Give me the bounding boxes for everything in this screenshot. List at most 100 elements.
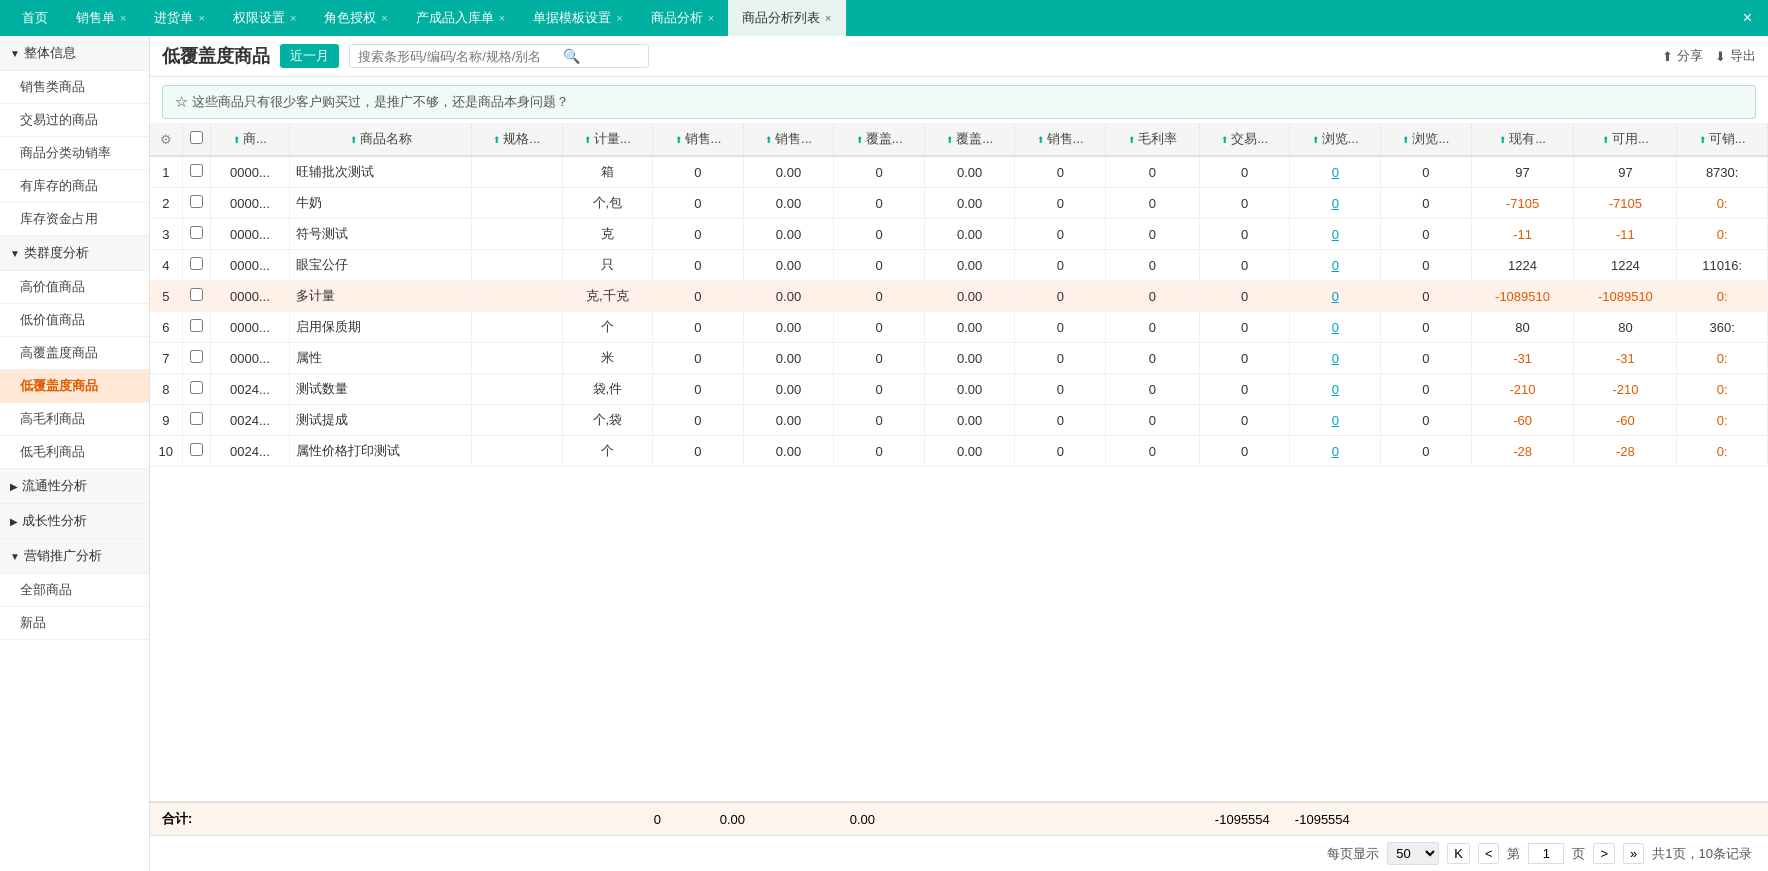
page-label: 第 [1507,845,1520,863]
sidebar-item-low-value[interactable]: 低价值商品 [0,304,149,337]
row-code: 0024... [210,436,290,467]
pagination-bar: 每页显示 20 50 100 K < 第 页 > » 共1页，10条记录 [150,835,1768,871]
row-browse1[interactable]: 0 [1290,436,1381,467]
row-checkbox[interactable] [182,374,210,405]
sidebar-item-high-coverage[interactable]: 高覆盖度商品 [0,337,149,370]
row-browse1[interactable]: 0 [1290,281,1381,312]
row-checkbox[interactable] [182,312,210,343]
select-all-checkbox[interactable] [190,131,203,144]
row-unit: 只 [562,250,653,281]
sidebar-item-category-rate[interactable]: 商品分类动销率 [0,137,149,170]
export-button[interactable]: ⬇ 导出 [1715,47,1756,65]
row-unit: 袋,件 [562,374,653,405]
row-code: 0024... [210,405,290,436]
row-sellable: 0: [1677,219,1768,250]
first-page-btn[interactable]: K [1447,843,1470,864]
row-transaction: 0 [1199,436,1290,467]
row-browse1[interactable]: 0 [1290,250,1381,281]
nav-product-in-close[interactable]: × [499,12,505,24]
period-button[interactable]: 近一月 [280,44,339,68]
nav-role[interactable]: 角色授权 × [310,0,401,36]
nav-template-close[interactable]: × [616,12,622,24]
share-button[interactable]: ⬆ 分享 [1662,47,1703,65]
col-settings[interactable]: ⚙ [150,123,182,156]
row-checkbox[interactable] [182,405,210,436]
row-cov2: 0.00 [924,436,1015,467]
row-code: 0000... [210,312,290,343]
row-browse1[interactable]: 0 [1290,188,1381,219]
page-unit: 页 [1572,845,1585,863]
sidebar-item-stocked-goods[interactable]: 有库存的商品 [0,170,149,203]
sidebar-item-stock-capital[interactable]: 库存资金占用 [0,203,149,236]
row-cov2: 0.00 [924,312,1015,343]
row-sales3: 0 [1015,312,1106,343]
nav-role-close[interactable]: × [381,12,387,24]
row-checkbox[interactable] [182,219,210,250]
marketing-arrow: ▼ [10,551,20,562]
nav-home[interactable]: 首页 [8,0,62,36]
row-checkbox[interactable] [182,343,210,374]
row-browse1[interactable]: 0 [1290,374,1381,405]
row-unit: 个,包 [562,188,653,219]
search-input[interactable] [358,49,558,64]
sidebar-item-traded-goods[interactable]: 交易过的商品 [0,104,149,137]
growth-arrow: ▶ [10,516,18,527]
sidebar-item-high-value[interactable]: 高价值商品 [0,271,149,304]
page-size-select[interactable]: 20 50 100 [1387,842,1439,865]
row-cov1: 0 [834,156,925,188]
last-page-btn[interactable]: » [1623,843,1644,864]
nav-template[interactable]: 单据模板设置 × [519,0,636,36]
row-sales3: 0 [1015,281,1106,312]
sidebar-item-low-coverage[interactable]: 低覆盖度商品 [0,370,149,403]
table-row: 7 0000... 属性 米 0 0.00 0 0.00 0 0 0 0 0 -… [150,343,1768,374]
col-gross-margin: ⬆毛利率 [1106,123,1200,156]
row-browse1[interactable]: 0 [1290,219,1381,250]
nav-close-all[interactable]: × [1735,9,1760,27]
row-checkbox[interactable] [182,250,210,281]
nav-product-analysis-close[interactable]: × [708,12,714,24]
sidebar-item-high-margin[interactable]: 高毛利商品 [0,403,149,436]
nav-product-analysis[interactable]: 商品分析 × [637,0,728,36]
prev-page-btn[interactable]: < [1478,843,1500,864]
nav-sales[interactable]: 销售单 × [62,0,140,36]
sidebar-collapse-btn[interactable]: « [149,318,150,358]
sidebar-item-all-goods[interactable]: 全部商品 [0,574,149,607]
sidebar-section-marketing[interactable]: ▼ 营销推广分析 [0,539,149,574]
nav-permission[interactable]: 权限设置 × [219,0,310,36]
sidebar-item-sales-goods[interactable]: 销售类商品 [0,71,149,104]
col-checkbox[interactable] [182,123,210,156]
row-browse1[interactable]: 0 [1290,405,1381,436]
nav-product-in[interactable]: 产成品入库单 × [402,0,519,36]
row-browse1[interactable]: 0 [1290,343,1381,374]
row-current: -1089510 [1471,281,1574,312]
row-checkbox[interactable] [182,188,210,219]
sidebar-section-cluster[interactable]: ▼ 类群度分析 [0,236,149,271]
nav-analysis-list[interactable]: 商品分析列表 × [728,0,845,36]
row-checkbox[interactable] [182,436,210,467]
row-browse1[interactable]: 0 [1290,312,1381,343]
sidebar-item-low-margin[interactable]: 低毛利商品 [0,436,149,469]
sidebar-section-overall[interactable]: ▼ 整体信息 [0,36,149,71]
sidebar-section-growth[interactable]: ▶ 成长性分析 [0,504,149,539]
search-icon[interactable]: 🔍 [563,48,580,64]
row-current: -28 [1471,436,1574,467]
row-sales3: 0 [1015,343,1106,374]
sidebar-item-new-goods[interactable]: 新品 [0,607,149,640]
row-gross-margin: 0 [1106,343,1200,374]
row-cov2: 0.00 [924,188,1015,219]
nav-purchase-close[interactable]: × [198,12,204,24]
nav-sales-close[interactable]: × [120,12,126,24]
nav-permission-close[interactable]: × [290,12,296,24]
nav-purchase[interactable]: 进货单 × [140,0,218,36]
col-unit: ⬆计量... [562,123,653,156]
page-number-input[interactable] [1528,843,1564,864]
sidebar: « ▼ 整体信息 销售类商品 交易过的商品 商品分类动销率 有库存的商品 库存资… [0,36,150,871]
next-page-btn[interactable]: > [1593,843,1615,864]
sidebar-section-circulation[interactable]: ▶ 流通性分析 [0,469,149,504]
table-row: 10 0024... 属性价格打印测试 个 0 0.00 0 0.00 0 0 … [150,436,1768,467]
row-browse1[interactable]: 0 [1290,156,1381,188]
row-unit: 箱 [562,156,653,188]
row-checkbox[interactable] [182,281,210,312]
row-checkbox[interactable] [182,156,210,188]
nav-analysis-list-close[interactable]: × [825,12,831,24]
